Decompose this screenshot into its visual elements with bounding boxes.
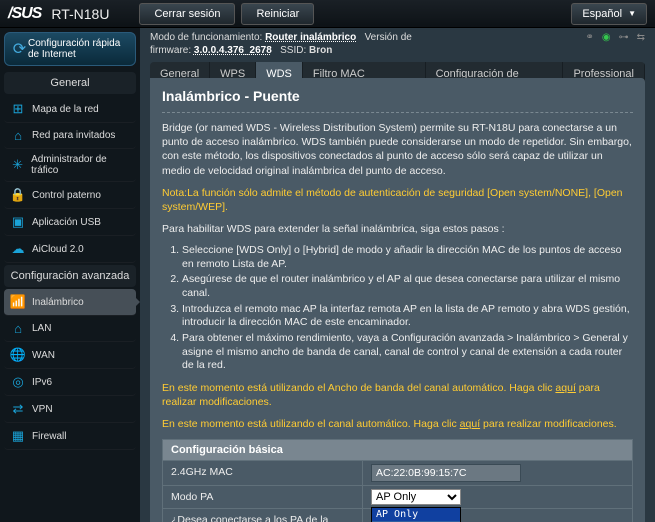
row-apmode: Modo PA AP Only AP Only WDS Only Hybrid xyxy=(162,486,633,509)
channel-link[interactable]: aquí xyxy=(460,418,480,430)
wifi-icon[interactable]: ⇆ xyxy=(637,32,645,43)
chevron-down-icon: ▼ xyxy=(628,9,636,18)
users-icon[interactable]: ⚭ xyxy=(585,32,593,43)
main-content: Inalámbrico - Puente Bridge (or named WD… xyxy=(150,78,645,522)
mac-input[interactable] xyxy=(371,464,521,482)
row-mac: 2.4GHz MAC xyxy=(162,461,633,486)
usb-icon[interactable]: ⊶ xyxy=(619,32,629,43)
sidebar-firewall[interactable]: ▦ Firewall xyxy=(4,423,136,450)
sidebar-section-advanced: Configuración avanzada xyxy=(4,265,136,287)
sidebar-parental[interactable]: 🔒 Control paterno xyxy=(4,182,136,209)
usbapp-icon: ▣ xyxy=(8,214,28,230)
step-item: Asegúrese de que el router inalámbrico y… xyxy=(182,273,633,300)
basic-section-header: Configuración básica xyxy=(162,439,633,461)
firewall-icon: ▦ xyxy=(8,428,28,444)
ssid-label: SSID: xyxy=(280,45,306,56)
sidebar-item-label: Control paterno xyxy=(32,190,101,201)
sidebar-item-label: Aplicación USB xyxy=(32,217,101,228)
bandwidth-warning: En este momento está utilizando el Ancho… xyxy=(162,381,633,409)
networkmap-icon: ⊞ xyxy=(8,101,28,117)
lan-icon: ⌂ xyxy=(8,321,28,336)
step-item: Para obtener el máximo rendimiento, vaya… xyxy=(182,332,633,373)
sidebar-ipv6[interactable]: ◎ IPv6 xyxy=(4,369,136,396)
top-bar: /SUS RT-N18U Cerrar sesión Reiniciar Esp… xyxy=(0,0,655,28)
warn-text: En este momento está utilizando el Ancho… xyxy=(162,382,555,394)
step-item: Seleccione [WDS Only] o [Hybrid] de modo… xyxy=(182,244,633,271)
steps-list: Seleccione [WDS Only] o [Hybrid] de modo… xyxy=(182,244,633,373)
note-text: Nota:La función sólo admite el método de… xyxy=(162,186,633,214)
howto-text: Para habilitar WDS para extender la seña… xyxy=(162,222,633,236)
sidebar-item-label: IPv6 xyxy=(32,377,52,388)
sidebar-wan[interactable]: 🌐 WAN xyxy=(4,342,136,369)
channel-warning: En este momento está utilizando el canal… xyxy=(162,417,633,431)
sidebar-item-label: Administrador de tráfico xyxy=(31,154,132,176)
sidebar-item-label: Red para invitados xyxy=(32,130,115,141)
status-icons: ⚭ ◉ ⊶ ⇆ xyxy=(585,32,645,43)
sidebar-item-label: LAN xyxy=(32,323,51,334)
language-selector[interactable]: Español ▼ xyxy=(571,3,647,25)
language-label: Español xyxy=(582,8,622,20)
sidebar-item-label: WAN xyxy=(32,350,55,361)
sidebar: ⟳ Configuración rápida de Internet Gener… xyxy=(0,28,140,522)
intro-text: Bridge (or named WDS - Wireless Distribu… xyxy=(162,121,633,178)
wireless-icon: 📶 xyxy=(8,294,28,310)
bandwidth-link[interactable]: aquí xyxy=(555,382,575,394)
sidebar-networkmap[interactable]: ⊞ Mapa de la red xyxy=(4,96,136,123)
vpn-icon: ⇄ xyxy=(8,401,28,417)
internet-icon[interactable]: ◉ xyxy=(602,32,611,43)
apmode-option-aponly[interactable]: AP Only xyxy=(372,508,460,521)
wan-icon: 🌐 xyxy=(8,347,28,363)
page-title: Inalámbrico - Puente xyxy=(162,88,633,113)
lock-icon: 🔒 xyxy=(8,187,28,203)
cloud-icon: ☁ xyxy=(8,241,28,257)
sidebar-item-label: Inalámbrico xyxy=(32,297,84,308)
sidebar-aicloud[interactable]: ☁ AiCloud 2.0 xyxy=(4,236,136,263)
brand-logo: /SUS xyxy=(8,5,41,23)
model-name: RT-N18U xyxy=(51,6,109,22)
sidebar-usbapp[interactable]: ▣ Aplicación USB xyxy=(4,209,136,236)
apmode-label: Modo PA xyxy=(163,486,363,508)
guest-icon: ⌂ xyxy=(8,128,28,143)
sidebar-lan[interactable]: ⌂ LAN xyxy=(4,316,136,342)
sidebar-item-label: Mapa de la red xyxy=(32,104,99,115)
apmode-select[interactable]: AP Only xyxy=(371,489,461,505)
sidebar-guest[interactable]: ⌂ Red para invitados xyxy=(4,123,136,149)
sidebar-vpn[interactable]: ⇄ VPN xyxy=(4,396,136,423)
sidebar-item-label: AiCloud 2.0 xyxy=(32,244,84,255)
operation-mode-link[interactable]: Router inalámbrico xyxy=(265,32,356,43)
mac-label: 2.4GHz MAC xyxy=(163,461,363,485)
sidebar-item-label: VPN xyxy=(32,404,53,415)
warn-text: En este momento está utilizando el canal… xyxy=(162,418,460,430)
sidebar-item-label: Firewall xyxy=(32,431,66,442)
ipv6-icon: ◎ xyxy=(8,374,28,390)
apmode-dropdown: AP Only WDS Only Hybrid xyxy=(371,507,461,522)
qis-button[interactable]: ⟳ Configuración rápida de Internet xyxy=(4,32,136,66)
qis-icon: ⟳ xyxy=(11,39,28,59)
logout-button[interactable]: Cerrar sesión xyxy=(139,3,235,25)
mode-label: Modo de funcionamiento: xyxy=(150,32,262,43)
fw-label: firmware: xyxy=(150,45,191,56)
reboot-button[interactable]: Reiniciar xyxy=(241,3,314,25)
qis-label: Configuración rápida de Internet xyxy=(28,38,129,60)
step-item: Introduzca el remoto mac AP la interfaz … xyxy=(182,303,633,330)
traffic-icon: ✳ xyxy=(8,157,27,173)
connect-label: ¿Desea conectarse a los PA de la lista? xyxy=(163,509,363,522)
sidebar-section-general: General xyxy=(4,72,136,94)
version-label: Versión de xyxy=(365,32,412,43)
sidebar-wireless[interactable]: 📶 Inalámbrico xyxy=(4,289,136,316)
sidebar-traffic[interactable]: ✳Administrador de tráfico xyxy=(4,149,136,182)
ssid-value: Bron xyxy=(309,45,332,56)
firmware-link[interactable]: 3.0.0.4.376_2678 xyxy=(194,45,272,56)
warn-text: para realizar modificaciones. xyxy=(480,418,617,430)
